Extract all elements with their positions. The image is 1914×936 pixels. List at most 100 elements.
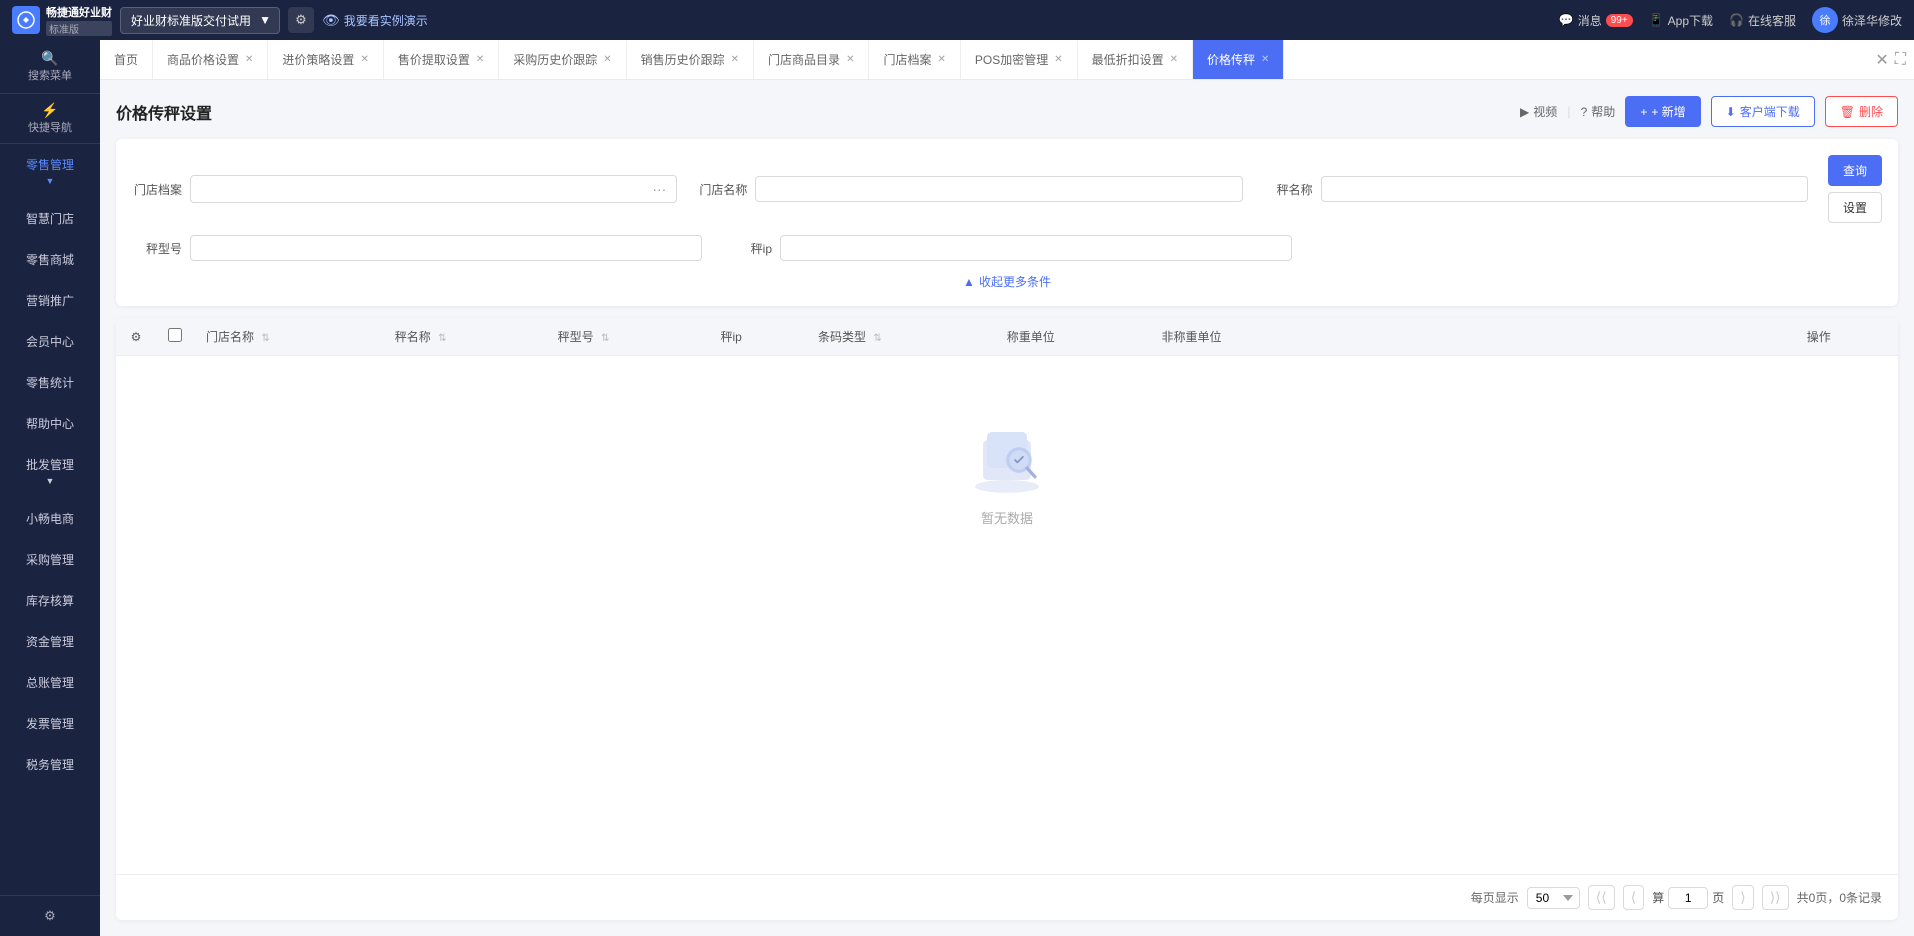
- th-scale-name: 秤名称 ⇅: [383, 318, 546, 356]
- store-archive-label: 门店档案: [132, 181, 182, 198]
- sidebar-item-small-ecom[interactable]: 小畅电商: [0, 498, 100, 539]
- tab-close-icon[interactable]: ✕: [603, 54, 611, 65]
- next-page-button[interactable]: ⟩: [1732, 885, 1753, 910]
- tab-purchase-strategy[interactable]: 进价策略设置✕: [268, 40, 383, 79]
- query-button[interactable]: 查询: [1828, 155, 1882, 186]
- filter-settings-button[interactable]: 设置: [1828, 192, 1882, 223]
- scale-ip-label: 秤ip: [722, 240, 772, 257]
- avatar: 徐: [1812, 7, 1838, 33]
- last-page-button[interactable]: ⟩⟩: [1762, 885, 1789, 910]
- video-link[interactable]: ▶ 视频: [1520, 103, 1557, 120]
- sidebar-search[interactable]: 🔍 搜索菜单: [0, 40, 100, 94]
- close-tab-button[interactable]: ✕: [1875, 50, 1888, 70]
- th-store-name: 门店名称 ⇅: [194, 318, 383, 356]
- app-subtitle: 标准版: [46, 21, 112, 36]
- first-page-button[interactable]: ⟨⟨: [1588, 885, 1615, 910]
- sidebar-item-inventory[interactable]: 库存核算: [0, 580, 100, 621]
- tab-close-icon[interactable]: ✕: [937, 54, 945, 65]
- th-settings[interactable]: ⚙: [116, 318, 156, 356]
- table-header-row: ⚙ 门店名称 ⇅ 秤名称: [116, 318, 1898, 356]
- tab-price-settings[interactable]: 商品价格设置 ✕: [153, 40, 268, 79]
- sidebar-item-help-center[interactable]: 帮助中心: [0, 403, 100, 444]
- sidebar-item-smart-store[interactable]: 智慧门店: [0, 198, 100, 239]
- settings-icon: ⚙: [295, 12, 307, 28]
- first-page-icon: ⟨⟨: [1596, 889, 1607, 905]
- tab-pos-mgmt[interactable]: POS加密管理✕: [961, 40, 1078, 79]
- download-button[interactable]: ⬇ 客户端下载: [1711, 96, 1815, 127]
- tab-store-file[interactable]: 门店档案✕: [869, 40, 960, 79]
- sidebar-settings-button[interactable]: ⚙: [0, 895, 100, 936]
- tab-store-catalog[interactable]: 门店商品目录✕: [754, 40, 869, 79]
- sidebar-item-wholesale-mgmt[interactable]: 批发管理▼: [0, 444, 100, 498]
- scale-name-input[interactable]: [1321, 176, 1808, 202]
- th-checkbox[interactable]: [156, 318, 194, 356]
- help-link[interactable]: ? 帮助: [1581, 103, 1616, 120]
- tab-close-icon[interactable]: ✕: [1261, 54, 1269, 65]
- tab-close-icon[interactable]: ✕: [476, 54, 484, 65]
- select-all-checkbox[interactable]: [168, 328, 182, 342]
- app-download-label: App下载: [1668, 12, 1713, 29]
- sidebar-item-retail-mall[interactable]: 零售商城: [0, 239, 100, 280]
- tab-close-icon[interactable]: ✕: [731, 54, 739, 65]
- page-size-select[interactable]: 50 10 20 100: [1527, 887, 1580, 909]
- table-card: ⚙ 门店名称 ⇅ 秤名称: [116, 318, 1898, 920]
- tab-home[interactable]: 首页: [100, 40, 153, 79]
- topbar-settings-button[interactable]: ⚙: [288, 7, 314, 33]
- page-label: 算: [1652, 889, 1664, 906]
- demo-button[interactable]: 👁 我要看实例演示: [322, 12, 428, 29]
- store-archive-selector[interactable]: ···: [190, 175, 677, 203]
- tab-close-icon[interactable]: ✕: [360, 54, 368, 65]
- th-barcode-type: 条码类型 ⇅: [806, 318, 995, 356]
- scale-model-input[interactable]: [190, 235, 702, 261]
- tab-sale-extract[interactable]: 售价提取设置 ✕: [384, 40, 499, 79]
- tab-sale-history[interactable]: 销售历史价跟踪✕: [627, 40, 754, 79]
- online-service-label: 在线客服: [1748, 12, 1796, 29]
- sidebar-item-purchase-mgmt[interactable]: 采购管理: [0, 539, 100, 580]
- maximize-tab-button[interactable]: ⛶: [1895, 51, 1906, 69]
- store-name-input[interactable]: [755, 176, 1242, 202]
- user-menu-button[interactable]: 徐 徐泽华修改: [1812, 7, 1902, 33]
- ellipsis-icon[interactable]: ···: [652, 181, 666, 197]
- tab-purchase-history[interactable]: 采购历史价跟踪✕: [499, 40, 626, 79]
- add-button[interactable]: + + 新增: [1625, 96, 1700, 127]
- tab-price-transfer[interactable]: 价格传秤✕: [1193, 40, 1284, 79]
- prev-page-button[interactable]: ⟨: [1623, 885, 1644, 910]
- tab-close-icon[interactable]: ✕: [1054, 54, 1062, 65]
- sort-icon: ⇅: [873, 333, 881, 344]
- tab-close-icon[interactable]: ✕: [846, 54, 854, 65]
- delete-button[interactable]: 🗑 删除: [1825, 96, 1898, 127]
- sort-icon: ⇅: [601, 333, 609, 344]
- messages-button[interactable]: 💬 消息 99+: [1559, 12, 1633, 29]
- tab-label: 商品价格设置: [167, 51, 239, 68]
- sidebar-item-tax[interactable]: 税务管理: [0, 744, 100, 785]
- sidebar-item-finance[interactable]: 资金管理: [0, 621, 100, 662]
- sidebar-item-accounting[interactable]: 总账管理: [0, 662, 100, 703]
- page-input-wrapper: 算 页: [1652, 887, 1724, 909]
- sidebar-item-invoice[interactable]: 发票管理: [0, 703, 100, 744]
- product-selector[interactable]: 好业财标准版交付试用 ▼: [120, 7, 280, 34]
- mobile-icon: 📱: [1649, 13, 1664, 27]
- arrow-icon: ▼: [46, 476, 55, 486]
- th-scale-model-label: 秤型号: [558, 330, 594, 344]
- sidebar-items: 零售管理▼智慧门店零售商城营销推广会员中心零售统计帮助中心批发管理▼小畅电商采购…: [0, 144, 100, 785]
- th-non-weight-unit: 非称重单位: [1150, 318, 1795, 356]
- tab-close-icon[interactable]: ✕: [245, 54, 253, 65]
- scale-ip-input[interactable]: [780, 235, 1292, 261]
- collapse-button[interactable]: ▲ 收起更多条件: [963, 273, 1051, 290]
- sidebar-quick-nav[interactable]: ⚡ 快捷导航: [0, 94, 100, 144]
- sidebar-item-label: 库存核算: [26, 592, 74, 609]
- tab-min-discount[interactable]: 最低折扣设置 ✕: [1078, 40, 1193, 79]
- sidebar-item-retail-management[interactable]: 零售管理▼: [0, 144, 100, 198]
- sidebar-item-marketing[interactable]: 营销推广: [0, 280, 100, 321]
- app-download-button[interactable]: 📱 App下载: [1649, 12, 1713, 29]
- sidebar-item-member-center[interactable]: 会员中心: [0, 321, 100, 362]
- online-service-button[interactable]: 🎧 在线客服: [1729, 12, 1796, 29]
- tab-label: 首页: [114, 51, 138, 68]
- empty-area: 暂无数据: [116, 356, 1898, 587]
- page-number-input[interactable]: [1668, 887, 1708, 909]
- eye-icon: 👁: [322, 12, 340, 29]
- sidebar-item-retail-stats[interactable]: 零售统计: [0, 362, 100, 403]
- tab-label: 最低折扣设置: [1092, 51, 1164, 68]
- tab-close-icon[interactable]: ✕: [1170, 54, 1178, 65]
- tab-label: 售价提取设置: [398, 51, 470, 68]
